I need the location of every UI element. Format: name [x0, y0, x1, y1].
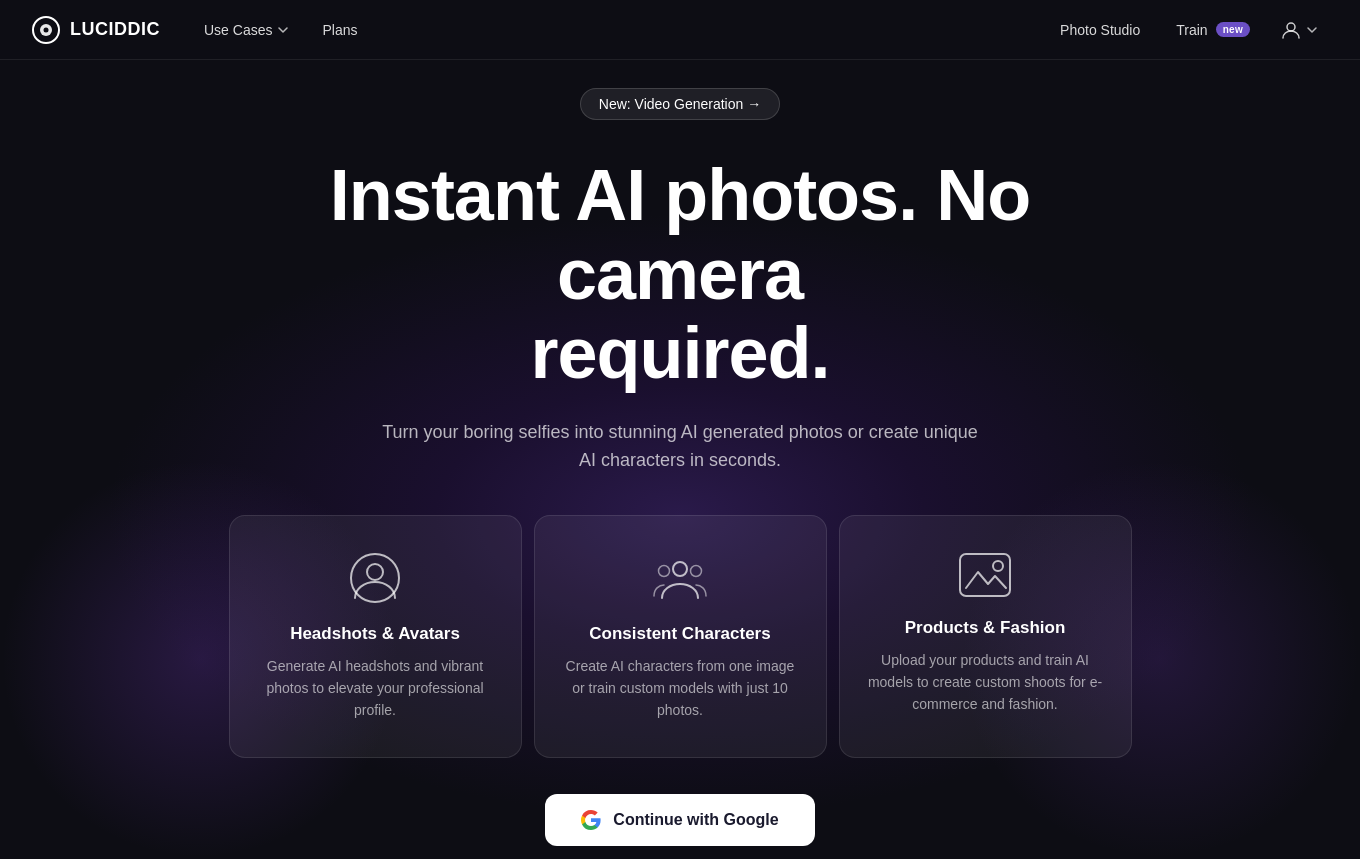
hero-title: Instant AI photos. No camera required.: [230, 156, 1130, 394]
svg-point-6: [673, 562, 687, 576]
user-icon: [1280, 19, 1302, 41]
svg-rect-9: [960, 554, 1010, 596]
headshots-icon: [349, 552, 401, 604]
plans-label: Plans: [322, 22, 357, 38]
use-cases-label: Use Cases: [204, 22, 272, 38]
svg-point-2: [44, 27, 49, 32]
card-characters: Consistent Characters Create AI characte…: [534, 515, 827, 758]
new-badge: new: [1216, 22, 1250, 37]
characters-title: Consistent Characters: [589, 624, 770, 644]
characters-desc: Create AI characters from one image or t…: [563, 656, 798, 721]
characters-icon: [652, 552, 708, 604]
chevron-down-icon: [276, 23, 290, 37]
nav-user-menu[interactable]: [1270, 13, 1328, 47]
headshots-title: Headshots & Avatars: [290, 624, 460, 644]
products-icon: [958, 552, 1012, 598]
nav-use-cases[interactable]: Use Cases: [192, 16, 302, 44]
hero-subtitle: Turn your boring selfies into stunning A…: [380, 418, 980, 476]
chevron-down-user-icon: [1306, 24, 1318, 36]
video-generation-banner[interactable]: New: Video Generation →: [580, 88, 780, 120]
products-desc: Upload your products and train AI models…: [868, 650, 1103, 715]
logo[interactable]: LUCIDDIC: [32, 16, 160, 44]
nav-photo-studio[interactable]: Photo Studio: [1044, 16, 1156, 44]
svg-point-10: [993, 561, 1003, 571]
feature-cards: Headshots & Avatars Generate AI headshot…: [229, 515, 1132, 758]
card-headshots: Headshots & Avatars Generate AI headshot…: [229, 515, 522, 758]
products-title: Products & Fashion: [905, 618, 1066, 638]
svg-point-4: [351, 554, 399, 602]
navbar: LUCIDDIC Use Cases Plans Photo Studio Tr…: [0, 0, 1360, 60]
navbar-left: LUCIDDIC Use Cases Plans: [32, 16, 370, 44]
svg-point-7: [659, 566, 670, 577]
logo-text: LUCIDDIC: [70, 19, 160, 40]
nav-plans[interactable]: Plans: [310, 16, 369, 44]
card-products: Products & Fashion Upload your products …: [839, 515, 1132, 758]
svg-point-5: [367, 564, 383, 580]
google-icon: [581, 810, 601, 830]
main-content: New: Video Generation → Instant AI photo…: [0, 60, 1360, 859]
continue-with-google-button[interactable]: Continue with Google: [545, 794, 814, 846]
svg-point-3: [1287, 23, 1295, 31]
navbar-right: Photo Studio Train new: [1044, 13, 1328, 47]
svg-point-8: [691, 566, 702, 577]
headshots-desc: Generate AI headshots and vibrant photos…: [258, 656, 493, 721]
logo-icon: [32, 16, 60, 44]
nav-train[interactable]: Train new: [1164, 16, 1262, 44]
nav-links: Use Cases Plans: [192, 16, 370, 44]
